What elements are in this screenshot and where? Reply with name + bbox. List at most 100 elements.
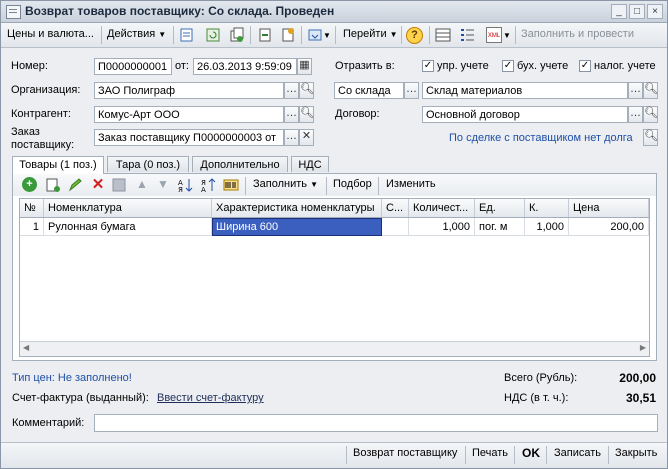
column-header-unit[interactable]: Ед. <box>475 199 525 217</box>
column-header-price[interactable]: Цена <box>569 199 649 217</box>
close-window-button[interactable]: × <box>647 4 663 19</box>
goods-table: № Номенклатура Характеристика номенклату… <box>19 198 650 357</box>
ok-button[interactable]: OK <box>522 446 540 460</box>
tax-accounting-checkbox[interactable]: ✓ <box>579 60 591 72</box>
sort-desc-icon[interactable]: ЯA <box>200 177 216 193</box>
move-up-icon[interactable]: ▲ <box>134 177 150 193</box>
based-on-icon[interactable] <box>257 27 273 43</box>
tab-additional[interactable]: Дополнительно <box>192 156 288 172</box>
prices-currency-button[interactable]: Цены и валюта... <box>7 28 94 40</box>
search-icon[interactable]: 🔍︎ <box>643 129 658 146</box>
refresh-icon[interactable] <box>205 27 221 43</box>
tab-vat[interactable]: НДС <box>291 156 329 172</box>
cell-unit[interactable]: пог. м <box>475 218 525 236</box>
contractor-open-icon[interactable]: 🔍︎ <box>299 106 314 123</box>
edit-button[interactable]: Изменить <box>386 178 436 190</box>
tab-goods[interactable]: Товары (1 поз.) <box>12 156 104 174</box>
cell-coefficient[interactable]: 1,000 <box>525 218 569 236</box>
edit-icon[interactable] <box>67 177 83 193</box>
toolbar-separator <box>546 446 547 464</box>
structure-icon[interactable] <box>307 27 323 43</box>
xml-icon[interactable]: XML <box>486 27 502 43</box>
copy-document-icon[interactable] <box>229 27 245 43</box>
fill-menu[interactable]: Заполнить ▼ <box>253 178 318 190</box>
table-toolbar: + ✕ ▲ ▼ AЯ ЯA Заполнить ▼ Подбор Изменит… <box>13 174 656 196</box>
move-down-icon[interactable]: ▼ <box>155 177 171 193</box>
price-type-link[interactable]: Тип цен: Не заполнено! <box>12 372 132 384</box>
main-toolbar: Цены и валюта... Действия ▼ ▼ Перейти ▼ … <box>1 23 667 48</box>
minimize-button[interactable]: _ <box>611 4 627 19</box>
deal-debt-link[interactable]: По сделке с поставщиком нет долга <box>449 132 633 144</box>
print-button[interactable]: Печать <box>472 447 508 459</box>
chevron-down-icon[interactable]: ▼ <box>323 31 331 40</box>
organization-field[interactable]: ЗАО Полиграф <box>94 82 284 99</box>
clear-icon[interactable]: ✕ <box>299 129 314 146</box>
cell-number[interactable]: 1 <box>20 218 44 236</box>
total-value: 200,00 <box>619 371 656 385</box>
window-title: Возврат товаров поставщику: Со склада. П… <box>25 4 335 18</box>
number-field[interactable]: П0000000001 <box>94 58 172 75</box>
return-to-supplier-button[interactable]: Возврат поставщику <box>353 447 457 459</box>
scroll-left-icon[interactable]: ◀ <box>23 343 29 352</box>
close-button[interactable]: Закрыть <box>615 447 657 459</box>
list-settings-icon[interactable] <box>459 27 475 43</box>
mgmt-accounting-checkbox[interactable]: ✓ <box>422 60 434 72</box>
contractor-select-button[interactable]: … <box>284 106 299 123</box>
horizontal-scrollbar[interactable]: ◀ ▶ <box>20 341 649 356</box>
save-button[interactable]: Записать <box>554 447 601 459</box>
column-header-series[interactable]: С... <box>382 199 409 217</box>
contract-select-button[interactable]: … <box>628 106 643 123</box>
warehouse-select-button[interactable]: … <box>628 82 643 99</box>
fill-and-post-button[interactable]: Заполнить и провести <box>521 28 634 40</box>
delete-icon[interactable]: ✕ <box>90 177 106 193</box>
contractor-field[interactable]: Комус-Арт ООО <box>94 106 284 123</box>
contract-open-icon[interactable]: 🔍︎ <box>643 106 658 123</box>
warehouse-open-icon[interactable]: 🔍︎ <box>643 82 658 99</box>
mgmt-accounting-label: упр. учете <box>437 60 489 72</box>
movements-icon[interactable] <box>280 27 296 43</box>
order-field[interactable]: Заказ поставщику П0000000003 от <box>94 129 284 146</box>
cell-series[interactable] <box>382 218 409 236</box>
column-header-coefficient[interactable]: К. <box>525 199 569 217</box>
source-type-field[interactable]: Со склада <box>334 82 404 99</box>
cell-characteristic[interactable]: Ширина 600 <box>212 218 382 236</box>
scroll-right-icon[interactable]: ▶ <box>640 343 646 352</box>
cell-quantity[interactable]: 1,000 <box>409 218 475 236</box>
source-type-select-button[interactable]: … <box>404 82 419 99</box>
chevron-down-icon[interactable]: ▼ <box>503 31 511 40</box>
maximize-button[interactable]: □ <box>629 4 645 19</box>
warehouse-field[interactable]: Склад материалов <box>422 82 628 99</box>
table-layout-icon[interactable] <box>435 27 451 43</box>
comment-field[interactable] <box>94 414 658 432</box>
barcode-icon[interactable] <box>223 177 239 193</box>
select-button[interactable]: Подбор <box>333 178 372 190</box>
contract-field[interactable]: Основной договор <box>422 106 628 123</box>
chevron-down-icon: ▼ <box>158 30 167 39</box>
help-icon[interactable]: ? <box>406 27 423 44</box>
post-document-icon[interactable] <box>179 27 195 43</box>
calendar-icon[interactable]: ▦ <box>297 58 312 75</box>
svg-text:A: A <box>201 186 206 193</box>
column-header-characteristic[interactable]: Характеристика номенклатуры <box>212 199 382 217</box>
order-select-button[interactable]: … <box>284 129 299 146</box>
end-edit-icon[interactable] <box>111 177 127 193</box>
date-field[interactable]: 26.03.2013 9:59:09 <box>193 58 297 75</box>
cell-nomenclature[interactable]: Рулонная бумага <box>44 218 212 236</box>
organization-select-button[interactable]: … <box>284 82 299 99</box>
actions-menu[interactable]: Действия ▼ <box>107 28 166 40</box>
column-header-quantity[interactable]: Количест... <box>409 199 475 217</box>
organization-open-icon[interactable]: 🔍︎ <box>299 82 314 99</box>
add-row-icon[interactable]: + <box>22 177 37 192</box>
vat-value: 30,51 <box>625 391 656 405</box>
goto-menu[interactable]: Перейти ▼ <box>343 28 398 40</box>
cell-price[interactable]: 200,00 <box>569 218 649 236</box>
tab-packaging[interactable]: Тара (0 поз.) <box>107 156 189 172</box>
enter-invoice-link[interactable]: Ввести счет-фактуру <box>157 392 264 404</box>
column-header-nomenclature[interactable]: Номенклатура <box>44 199 212 217</box>
contractor-label: Контрагент: <box>11 108 71 120</box>
accounting-checkbox[interactable]: ✓ <box>502 60 514 72</box>
copy-row-icon[interactable] <box>45 177 61 193</box>
toolbar-separator <box>326 177 327 195</box>
column-header-number[interactable]: № <box>20 199 44 217</box>
sort-asc-icon[interactable]: AЯ <box>177 177 193 193</box>
